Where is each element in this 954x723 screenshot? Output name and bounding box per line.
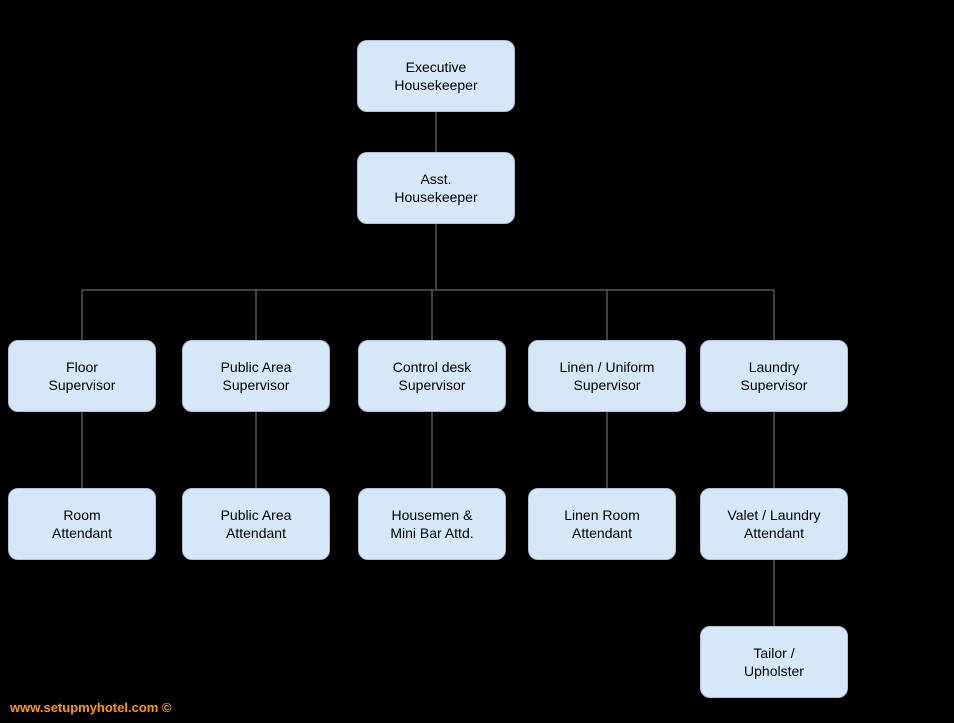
public-area-attendant: Public AreaAttendant <box>182 488 330 560</box>
linen-uniform-supervisor: Linen / UniformSupervisor <box>528 340 686 412</box>
asst-housekeeper: Asst.Housekeeper <box>357 152 515 224</box>
org-chart: ExecutiveHousekeeper Asst.Housekeeper Floo… <box>0 0 954 723</box>
public-area-supervisor: Public AreaSupervisor <box>182 340 330 412</box>
watermark: www.setupmyhotel.com © <box>10 700 172 715</box>
valet-laundry: Valet / LaundryAttendant <box>700 488 848 560</box>
control-desk-supervisor: Control deskSupervisor <box>358 340 506 412</box>
executive-housekeeper: ExecutiveHousekeeper <box>357 40 515 112</box>
linen-room-attendant: Linen RoomAttendant <box>528 488 676 560</box>
tailor-upholster: Tailor /Upholster <box>700 626 848 698</box>
laundry-supervisor: LaundrySupervisor <box>700 340 848 412</box>
housemen-minibar: Housemen &Mini Bar Attd. <box>358 488 506 560</box>
room-attendant: RoomAttendant <box>8 488 156 560</box>
floor-supervisor: FloorSupervisor <box>8 340 156 412</box>
